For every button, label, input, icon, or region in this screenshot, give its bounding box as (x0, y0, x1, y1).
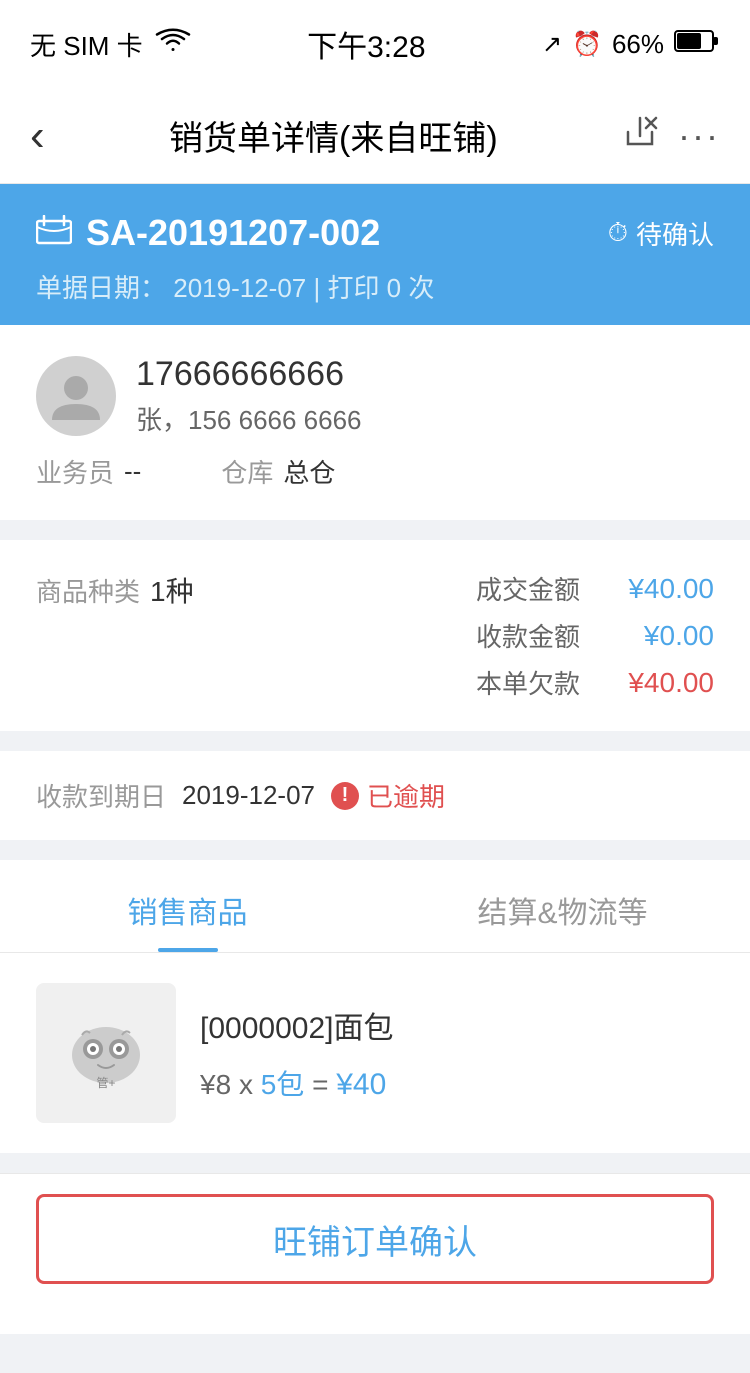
amount-summary: 成交金额 ¥40.00 收款金额 ¥0.00 本单欠款 ¥40.00 (476, 570, 714, 701)
product-type-value: 1种 (150, 570, 194, 610)
nav-bar: ‹ 销货单详情(来自旺铺) ··· (0, 88, 750, 184)
no-sim-text: 无 SIM 卡 (30, 26, 143, 63)
bottom-bar: 旺铺订单确认 (0, 1173, 750, 1334)
sales-value: -- (124, 456, 141, 487)
product-price: ¥8 x 5包 = ¥40 (200, 1063, 714, 1103)
deal-value: ¥40.00 (594, 573, 714, 605)
status-bar: 无 SIM 卡 下午3:28 ↗ ⏰ 66% (0, 0, 750, 88)
sales-meta: 业务员 -- (36, 453, 141, 490)
pay-label: 收款金额 (476, 617, 580, 654)
warehouse-label: 仓库 (221, 453, 273, 490)
overdue-text: 已逾期 (367, 777, 445, 814)
product-type-label: 商品种类 (36, 572, 140, 609)
warehouse-value: 总仓 (283, 453, 335, 490)
customer-phone: 17666666666 (136, 355, 714, 394)
status-time: 下午3:28 (307, 22, 425, 66)
customer-section: 17666666666 张，156 6666 6666 业务员 -- 仓库 总仓 (0, 325, 750, 520)
product-image: 管+ (36, 983, 176, 1123)
alarm-icon: ⏰ (572, 30, 602, 59)
product-item: 管+ [0000002]面包 ¥8 x 5包 = ¥40 (0, 953, 750, 1153)
deal-amount-row: 成交金额 ¥40.00 (476, 570, 714, 607)
tab-sales-products[interactable]: 销售商品 (0, 860, 375, 952)
page-title: 销货单详情(来自旺铺) (169, 111, 498, 160)
tab-settlement-logistics[interactable]: 结算&物流等 (375, 860, 750, 952)
order-date: 单据日期： 2019-12-07 | 打印 0 次 (36, 268, 714, 305)
equals-sign: = (312, 1069, 328, 1100)
wangpu-confirm-button[interactable]: 旺铺订单确认 (36, 1194, 714, 1284)
due-label: 收款到期日 (36, 777, 166, 814)
order-header: SA-20191207-002 ⏱ 待确认 单据日期： 2019-12-07 |… (0, 184, 750, 325)
customer-info: 17666666666 张，156 6666 6666 (136, 355, 714, 437)
order-icon (36, 212, 72, 254)
product-type: 商品种类 1种 (36, 570, 194, 610)
share-icon[interactable] (622, 114, 658, 158)
due-date-value: 2019-12-07 (182, 780, 315, 811)
nav-actions: ··· (622, 114, 720, 158)
location-icon: ↗ (542, 30, 562, 59)
status-right: ↗ ⏰ 66% (542, 28, 720, 61)
status-left: 无 SIM 卡 (30, 26, 191, 63)
product-name: [0000002]面包 (200, 1003, 714, 1047)
due-date-section: 收款到期日 2019-12-07 ! 已逾期 (0, 751, 750, 840)
clock-icon: ⏱ (608, 217, 628, 249)
owe-value: ¥40.00 (594, 667, 714, 699)
times-sign: x (239, 1069, 253, 1100)
pay-value: ¥0.00 (594, 620, 714, 652)
tabs: 销售商品 结算&物流等 (0, 860, 750, 953)
back-button[interactable]: ‹ (30, 111, 45, 161)
wifi-icon (155, 28, 191, 61)
product-qty: 5包 (261, 1069, 305, 1100)
sales-label: 业务员 (36, 453, 114, 490)
svg-text:管+: 管+ (96, 1075, 115, 1090)
summary-section: 商品种类 1种 成交金额 ¥40.00 收款金额 ¥0.00 本单欠款 ¥40.… (0, 540, 750, 731)
customer-name: 张，156 6666 6666 (136, 400, 714, 437)
warehouse-meta: 仓库 总仓 (221, 453, 335, 490)
pay-amount-row: 收款金额 ¥0.00 (476, 617, 714, 654)
overdue-icon: ! (331, 782, 359, 810)
deal-label: 成交金额 (476, 570, 580, 607)
owe-amount-row: 本单欠款 ¥40.00 (476, 664, 714, 701)
product-details: [0000002]面包 ¥8 x 5包 = ¥40 (200, 1003, 714, 1103)
avatar (36, 356, 116, 436)
order-status: ⏱ 待确认 (608, 215, 714, 252)
order-id: SA-20191207-002 (36, 212, 380, 254)
more-icon[interactable]: ··· (678, 115, 720, 157)
overdue-badge: ! 已逾期 (331, 777, 445, 814)
battery-text: 66% (612, 29, 664, 60)
price-value: ¥8 (200, 1069, 231, 1100)
battery-icon (674, 28, 720, 61)
owe-label: 本单欠款 (476, 664, 580, 701)
product-total: ¥40 (336, 1068, 386, 1101)
customer-meta: 业务员 -- 仓库 总仓 (36, 453, 714, 490)
